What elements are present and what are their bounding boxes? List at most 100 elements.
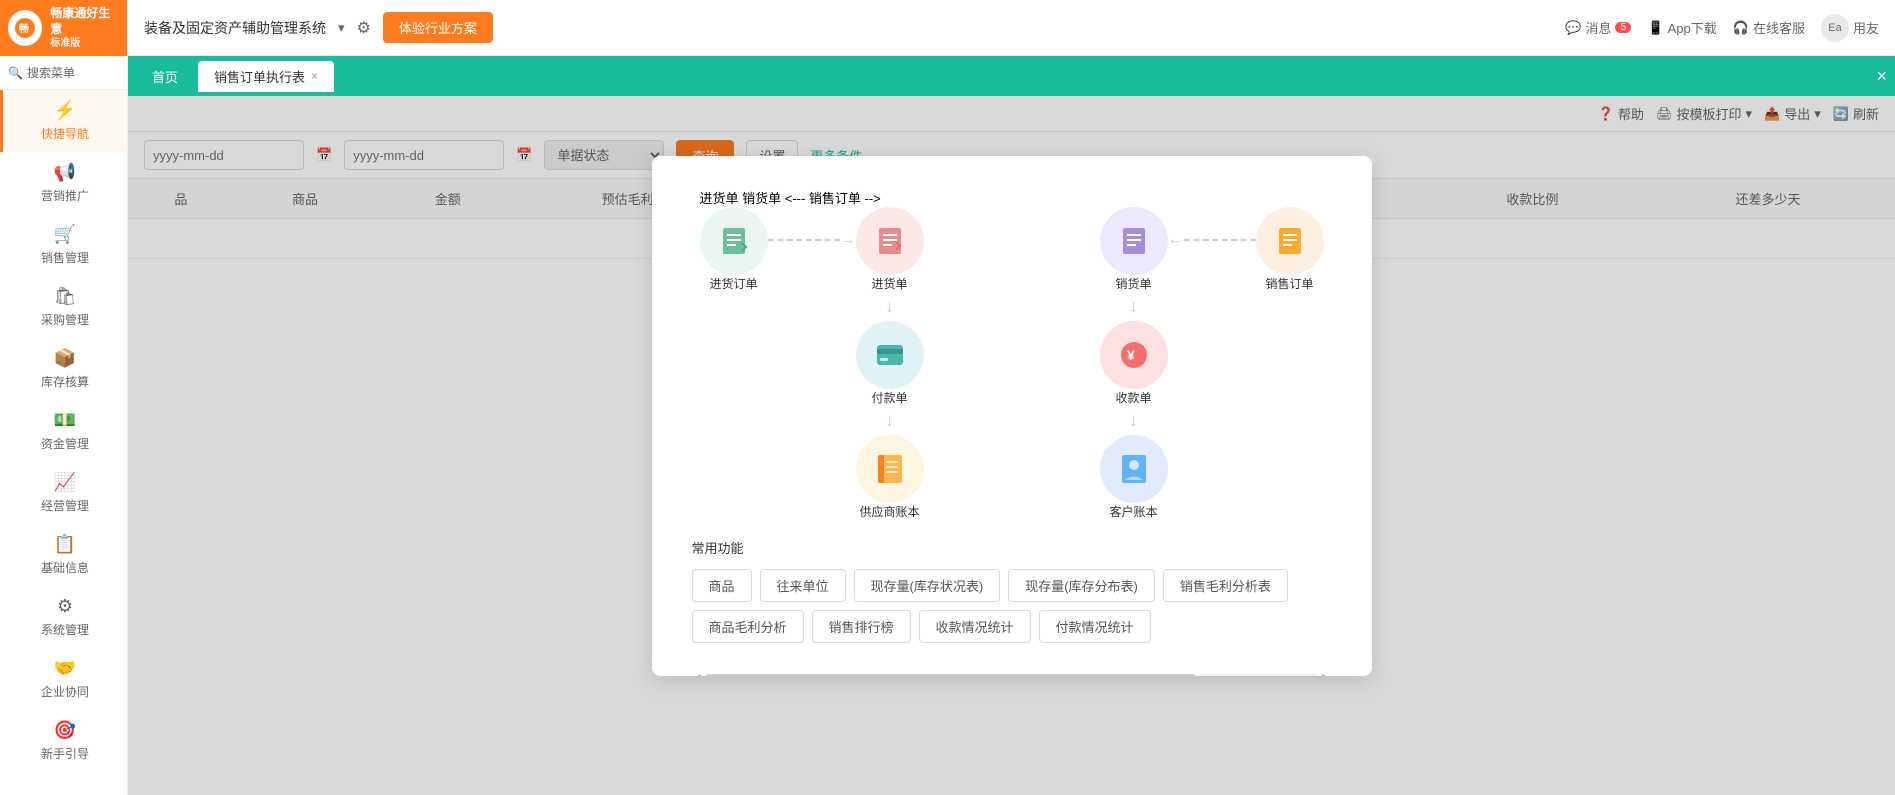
sidebar-item-operations[interactable]: 📈 经营管理 (0, 462, 127, 524)
flow-item-receipt: ¥ 收款单 (1100, 321, 1168, 406)
flow-diagram: 进货单 销货单 <--- 销售订单 --> (652, 156, 1372, 538)
common-btn-stock-status[interactable]: 现存量(库存状况表) (854, 569, 1001, 602)
purchase-order-label: 进货订单 (709, 275, 757, 292)
sales-bill-circle[interactable] (1100, 207, 1168, 275)
sidebar-item-label: 新手引导 (41, 745, 89, 762)
tab-sales-exec-label: 销售订单执行表 (214, 67, 305, 86)
message-btn[interactable]: 💬 消息 5 (1565, 18, 1631, 37)
search-icon: 🔍 (8, 66, 23, 80)
message-badge: 5 (1615, 22, 1631, 33)
sidebar-item-marketing[interactable]: 📢 营销推广 (0, 152, 127, 214)
flow-item-customer-ledger: 客户账本 (1100, 435, 1168, 520)
common-btn-goods[interactable]: 商品 (692, 569, 752, 602)
sidebar-item-label: 企业协同 (41, 683, 89, 700)
logo-text: 畅康通好生意 (50, 6, 119, 37)
guide-icon: 🎯 (54, 720, 76, 741)
sales-bill-label: 销货单 (1115, 275, 1151, 292)
sidebar-item-guide[interactable]: 🎯 新手引导 (0, 710, 127, 772)
sales-icon: 🛒 (54, 224, 76, 245)
logo-sub: 标准版 (50, 37, 119, 50)
common-btn-receipt-stat[interactable]: 收款情况统计 (919, 610, 1031, 643)
message-label: 消息 (1585, 18, 1611, 37)
dropdown-icon[interactable]: ▾ (338, 20, 345, 36)
common-btn-payment-stat[interactable]: 付款情况统计 (1039, 610, 1151, 643)
inventory-icon: 📦 (54, 348, 76, 369)
gear-icon[interactable]: ⚙ (357, 18, 371, 38)
experience-btn[interactable]: 体验行业方案 (383, 12, 493, 43)
sales-order-circle[interactable] (1256, 207, 1324, 275)
system-title: 装备及固定资产辅助管理系统 (144, 18, 326, 38)
user-menu[interactable]: Ea 用友 (1821, 14, 1879, 42)
sidebar-nav: ⚡ 快捷导航 📢 营销推广 🛒 销售管理 🛍 采购管理 📦 库存核算 💵 (0, 90, 127, 795)
common-btn-partners[interactable]: 往来单位 (760, 569, 846, 602)
common-btn-sales-rank[interactable]: 销售排行榜 (812, 610, 911, 643)
receipt-label: 收款单 (1115, 389, 1151, 406)
scroll-track[interactable] (705, 674, 1319, 676)
logo-icon: 畅 (8, 10, 42, 46)
common-btn-stock-dist[interactable]: 现存量(库存分布表) (1008, 569, 1155, 602)
sidebar-item-label: 基础信息 (41, 559, 89, 576)
finance-icon: 💵 (54, 410, 76, 431)
avatar: Ea (1821, 14, 1849, 42)
purchase-bill-circle[interactable] (856, 207, 924, 275)
receipt-circle[interactable]: ¥ (1100, 321, 1168, 389)
tab-sales-exec[interactable]: 销售订单执行表 × (198, 61, 334, 92)
basic-info-icon: 📋 (54, 534, 76, 555)
customer-ledger-circle[interactable] (1100, 435, 1168, 503)
modal-scrollbar: ◀ ▶ (652, 663, 1372, 676)
purchase-order-circle[interactable] (700, 207, 768, 275)
marketing-icon: 📢 (54, 162, 76, 183)
payment-circle[interactable] (856, 321, 924, 389)
system-icon: ⚙ (57, 596, 73, 617)
supplier-ledger-circle[interactable] (856, 435, 924, 503)
tab-bar-close-icon[interactable]: × (1876, 66, 1887, 87)
flow-item-supplier-ledger: 供应商账本 (856, 435, 924, 520)
sidebar-item-label: 营销推广 (41, 187, 89, 204)
sidebar-item-label: 销售管理 (41, 249, 89, 266)
sidebar-item-finance[interactable]: 💵 资金管理 (0, 400, 127, 462)
topbar-right: 💬 消息 5 📱 App下载 🎧 在线客服 Ea 用友 (1565, 14, 1879, 42)
collab-icon: 🤝 (54, 658, 76, 679)
sidebar-item-inventory[interactable]: 📦 库存核算 (0, 338, 127, 400)
customer-ledger-label: 客户账本 (1109, 503, 1157, 520)
scroll-left-btn[interactable]: ◀ (692, 671, 701, 676)
flow-item-sales-order: 销售订单 (1256, 207, 1324, 292)
sidebar-item-purchase[interactable]: 🛍 采购管理 (0, 276, 127, 338)
online-service-btn[interactable]: 🎧 在线客服 (1733, 18, 1805, 37)
content-area: ❓ 帮助 🖨 按模板打印 ▾ 📤 导出 ▾ 🔄 (128, 96, 1895, 795)
sidebar: 畅 畅康通好生意 标准版 🔍 搜索菜单 ⚡ 快捷导航 📢 营销推广 🛒 销售管理 (0, 0, 128, 795)
sidebar-item-label: 系统管理 (41, 621, 89, 638)
scroll-right-btn[interactable]: ▶ (1322, 671, 1331, 676)
sidebar-item-label: 经营管理 (41, 497, 89, 514)
flow-item-sales-bill: 销货单 (1100, 207, 1168, 292)
sidebar-item-collab[interactable]: 🤝 企业协同 (0, 648, 127, 710)
tab-home[interactable]: 首页 (136, 61, 194, 92)
app-download-label: App下载 (1668, 18, 1717, 37)
app-download-btn[interactable]: 📱 App下载 (1647, 18, 1716, 37)
topbar: 装备及固定资产辅助管理系统 ▾ ⚙ 体验行业方案 💬 消息 5 📱 App下载 … (128, 0, 1895, 56)
purchase-bill-label: 进货单 (871, 275, 907, 292)
supplier-ledger-label: 供应商账本 (859, 503, 919, 520)
common-btn-sales-profit[interactable]: 销售毛利分析表 (1163, 569, 1288, 602)
tab-close-icon[interactable]: × (311, 69, 318, 83)
sidebar-item-system[interactable]: ⚙ 系统管理 (0, 586, 127, 648)
sidebar-item-quick[interactable]: ⚡ 快捷导航 (0, 90, 127, 152)
search-label: 搜索菜单 (27, 64, 75, 81)
message-icon: 💬 (1565, 20, 1581, 36)
download-icon: 📱 (1647, 20, 1663, 36)
flow-item-purchase-order: 进货订单 (700, 207, 768, 292)
operations-icon: 📈 (54, 472, 76, 493)
common-buttons-container: 商品 往来单位 现存量(库存状况表) 现存量(库存分布表) 销售毛利分析表 商品… (692, 569, 1332, 643)
common-functions-title: 常用功能 (692, 538, 1332, 557)
modal-dialog: 进货单 销货单 <--- 销售订单 --> (652, 156, 1372, 676)
flow-item-payment: 付款单 (856, 321, 924, 406)
search-menu[interactable]: 🔍 搜索菜单 (0, 56, 127, 90)
sidebar-item-sales[interactable]: 🛒 销售管理 (0, 214, 127, 276)
common-btn-goods-profit[interactable]: 商品毛利分析 (692, 610, 804, 643)
modal-overlay[interactable]: 进货单 销货单 <--- 销售订单 --> (128, 96, 1895, 795)
svg-text:¥: ¥ (1127, 347, 1135, 363)
service-icon: 🎧 (1733, 20, 1749, 36)
sidebar-item-basic-info[interactable]: 📋 基础信息 (0, 524, 127, 586)
purchase-icon: 🛍 (54, 286, 77, 307)
sidebar-item-label: 资金管理 (41, 435, 89, 452)
